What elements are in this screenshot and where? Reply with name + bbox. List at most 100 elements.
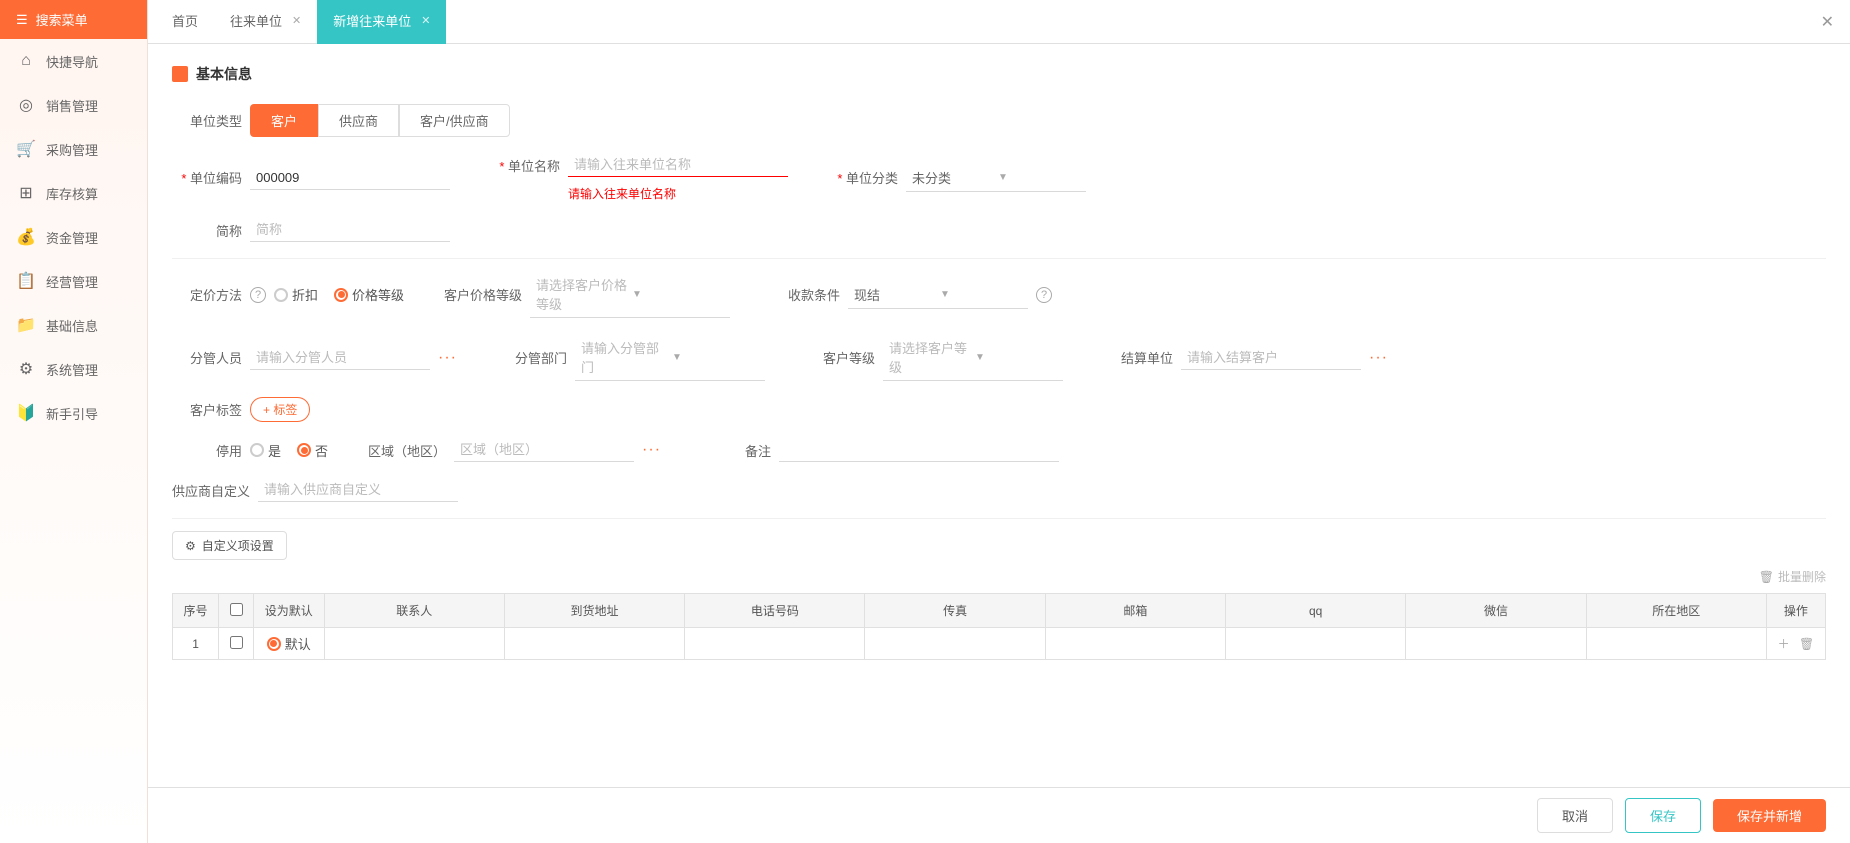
row-region[interactable] [1586, 628, 1766, 660]
contact-table: 序号 设为默认 联系人 到货地址 电话号码 传真 邮箱 qq 微信 所在地区 操… [172, 593, 1826, 660]
pricing-level-option[interactable]: 价格等级 [334, 285, 404, 304]
row-checkbox[interactable] [230, 636, 243, 649]
type-btn-both[interactable]: 客户/供应商 [399, 104, 510, 137]
section-title-basic-info: 基本信息 [172, 64, 1826, 84]
sidebar-item-purchase[interactable]: 🛒 采购管理 [0, 127, 147, 171]
unit-name-field: 单位名称 请输入往来单位名称 [490, 153, 788, 202]
address-input[interactable] [515, 637, 674, 651]
payment-terms-select[interactable]: 现结 ▼ [848, 281, 1028, 309]
sidebar-item-inventory[interactable]: ⊞ 库存核算 [0, 171, 147, 215]
select-all-checkbox[interactable] [230, 603, 243, 616]
region-input[interactable] [1597, 637, 1756, 651]
type-btn-customer[interactable]: 客户 [250, 104, 318, 137]
remark-input[interactable] [779, 438, 1059, 462]
system-icon: ⚙ [16, 359, 36, 379]
row-wechat[interactable] [1406, 628, 1586, 660]
custom-settings-btn[interactable]: ⚙ 自定义项设置 [172, 531, 287, 560]
row-seq: 1 [173, 628, 219, 660]
window-close-btn[interactable]: ✕ [1813, 12, 1842, 32]
disabled-radio-group: 是 否 [250, 441, 328, 460]
type-btn-supplier[interactable]: 供应商 [318, 104, 399, 137]
supplier-custom-field: 供应商自定义 [172, 478, 458, 502]
search-icon: ☰ [16, 12, 28, 28]
batch-delete-label[interactable]: 批量删除 [1778, 568, 1826, 585]
row-add-btn[interactable]: ＋ [1778, 637, 1790, 651]
sidebar-item-sales[interactable]: ◎ 销售管理 [0, 83, 147, 127]
no-radio[interactable] [297, 443, 311, 457]
price-level-radio[interactable] [334, 288, 348, 302]
area-input[interactable] [454, 438, 634, 462]
pricing-discount-option[interactable]: 折扣 [274, 285, 318, 304]
row-delete-btn[interactable]: 🗑 [1799, 637, 1814, 651]
save-button[interactable]: 保存 [1625, 798, 1701, 833]
disabled-yes-option[interactable]: 是 [250, 441, 281, 460]
unit-name-input[interactable] [568, 153, 788, 177]
batch-delete-icon: 🗑 [1759, 570, 1774, 584]
sidebar-item-newbie[interactable]: 🔰 新手引导 [0, 391, 147, 435]
row-email[interactable] [1045, 628, 1225, 660]
supervisor-input[interactable] [250, 346, 430, 370]
dept-select[interactable]: 请输入分管部门 ▼ [575, 334, 765, 381]
disabled-area-row: 停用 是 否 区域（地区） ··· [172, 438, 1826, 462]
customer-price-field: 客户价格等级 请选择客户价格等级 ▼ [444, 271, 730, 318]
remark-field: 备注 [701, 438, 1059, 462]
row-default-radio-item[interactable]: 默认 [264, 634, 314, 653]
row-default-radio[interactable] [267, 637, 281, 651]
row-qq[interactable] [1226, 628, 1406, 660]
unit-category-select[interactable]: 未分类 ▼ [906, 164, 1086, 192]
unit-code-field: 单位编码 [172, 166, 450, 190]
row-address[interactable] [504, 628, 684, 660]
table-header-email: 邮箱 [1045, 594, 1225, 628]
pricing-help-icon[interactable]: ? [250, 287, 266, 303]
search-menu-btn[interactable]: ☰ 搜索菜单 [0, 0, 147, 39]
add-tag-btn[interactable]: + 标签 [250, 397, 310, 422]
tab-partners[interactable]: 往来单位 ✕ [214, 0, 317, 44]
basics-icon: 📁 [16, 315, 36, 335]
table-header-phone: 电话号码 [685, 594, 865, 628]
sidebar-item-finance[interactable]: 💰 资金管理 [0, 215, 147, 259]
save-new-button[interactable]: 保存并新增 [1713, 799, 1826, 832]
supplier-custom-input[interactable] [258, 478, 458, 502]
yes-radio[interactable] [250, 443, 264, 457]
batch-delete-area: 🗑 批量删除 [172, 568, 1826, 585]
sidebar-item-operations[interactable]: 📋 经营管理 [0, 259, 147, 303]
email-input[interactable] [1056, 637, 1215, 651]
supervisor-more-btn[interactable]: ··· [438, 349, 457, 367]
unit-code-input[interactable] [250, 166, 450, 190]
table-header-contact: 联系人 [324, 594, 504, 628]
settlement-field: 结算单位 ··· [1103, 346, 1388, 370]
sidebar-item-basics[interactable]: 📁 基础信息 [0, 303, 147, 347]
tab-home[interactable]: 首页 [156, 0, 214, 44]
row-fax[interactable] [865, 628, 1045, 660]
table-header-default: 设为默认 [253, 594, 324, 628]
table-header-fax: 传真 [865, 594, 1045, 628]
tab-partners-close[interactable]: ✕ [292, 14, 301, 27]
settlement-input[interactable] [1181, 346, 1361, 370]
bottom-bar: 取消 保存 保存并新增 [148, 787, 1850, 843]
payment-help-icon[interactable]: ? [1036, 287, 1052, 303]
cancel-button[interactable]: 取消 [1537, 798, 1613, 833]
contact-input[interactable] [335, 637, 494, 651]
dept-field: 分管部门 请输入分管部门 ▼ [497, 334, 765, 381]
row-phone[interactable] [685, 628, 865, 660]
customer-level-select[interactable]: 请选择客户等级 ▼ [883, 334, 1063, 381]
settlement-more-btn[interactable]: ··· [1369, 349, 1388, 367]
disabled-no-option[interactable]: 否 [297, 441, 328, 460]
tab-new-partner-close[interactable]: ✕ [421, 14, 430, 27]
abbr-input[interactable] [250, 218, 450, 242]
phone-input[interactable] [695, 637, 854, 651]
tab-new-partner[interactable]: 新增往来单位 ✕ [317, 0, 446, 44]
discount-radio[interactable] [274, 288, 288, 302]
home-icon: ⌂ [16, 51, 36, 71]
customer-price-select[interactable]: 请选择客户价格等级 ▼ [530, 271, 730, 318]
chevron-down-icon-5: ▼ [975, 352, 1057, 363]
fax-input[interactable] [875, 637, 1034, 651]
unit-type-label: 单位类型 [172, 111, 242, 130]
wechat-input[interactable] [1416, 637, 1575, 651]
qq-input[interactable] [1236, 637, 1395, 651]
table-header-qq: qq [1226, 594, 1406, 628]
row-contact[interactable] [324, 628, 504, 660]
area-more-btn[interactable]: ··· [642, 441, 661, 459]
sidebar-item-system[interactable]: ⚙ 系统管理 [0, 347, 147, 391]
sidebar-item-quick-nav[interactable]: ⌂ 快捷导航 [0, 39, 147, 83]
